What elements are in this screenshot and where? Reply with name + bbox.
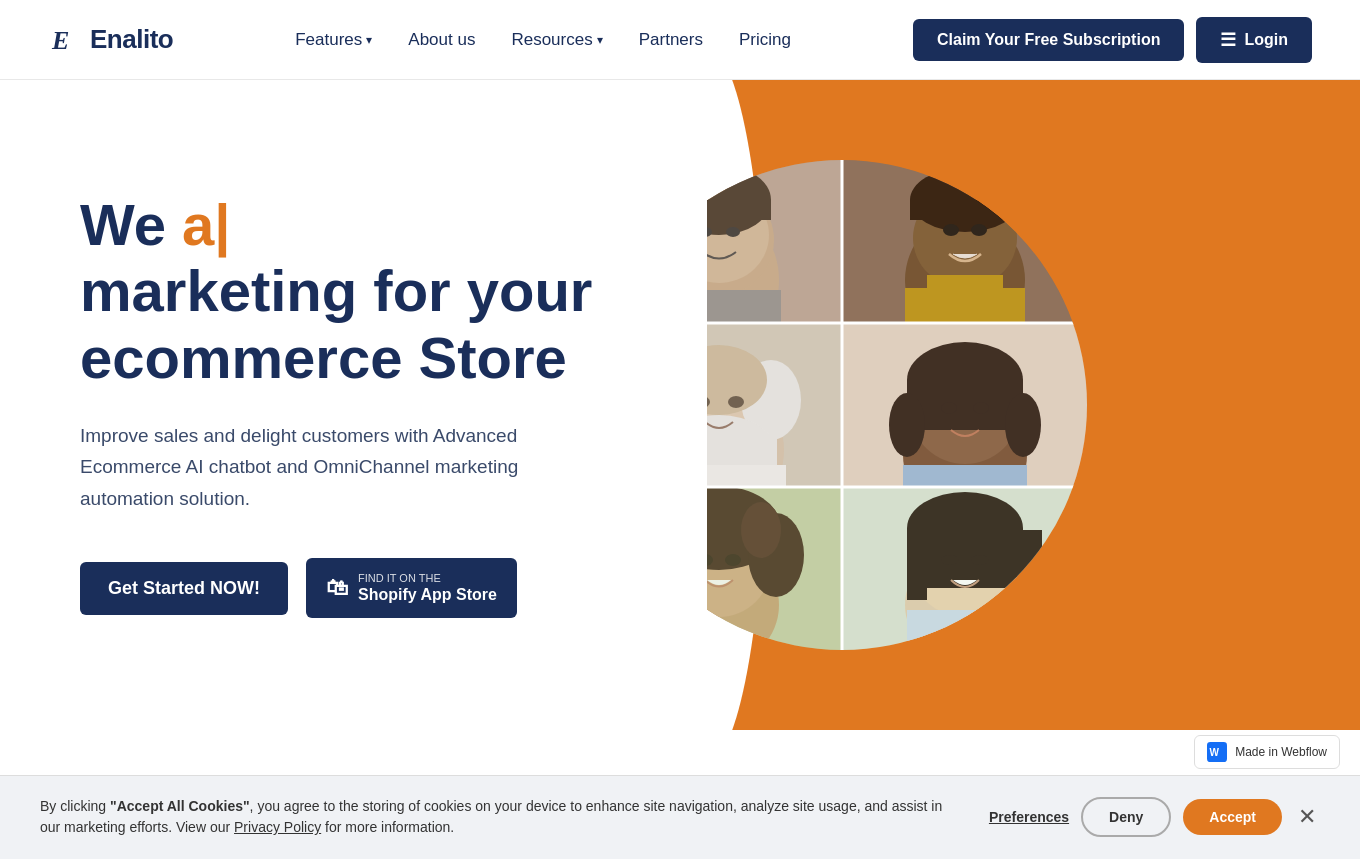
svg-rect-45 [903,465,1027,487]
login-button[interactable]: ☰ Login [1196,17,1312,63]
logo-text: Enalito [90,24,173,55]
hero-section: We a| marketing for your ecommerce Store… [0,80,1360,730]
nav-actions: Claim Your Free Subscription ☰ Login [913,17,1312,63]
cookie-actions: Preferences Deny Accept ✕ [989,797,1320,837]
svg-rect-22 [842,160,1087,323]
hero-heading: We a| marketing for your ecommerce Store [80,192,647,392]
hero-subtext: Improve sales and delight customers with… [80,420,560,514]
get-started-button[interactable]: Get Started NOW! [80,562,288,615]
logo[interactable]: E Enalito [48,22,173,58]
preferences-button[interactable]: Preferences [989,809,1069,825]
hero-buttons: Get Started NOW! 🛍 FIND IT ON THE Shopif… [80,558,647,618]
cookie-banner: By clicking "Accept All Cookies", you ag… [0,775,1360,859]
hero-highlight: a| [182,192,230,257]
chevron-down-icon: ▾ [366,33,372,47]
nav-pricing[interactable]: Pricing [739,30,791,50]
nav-links: Features ▾ About us Resources ▾ Partners… [295,30,791,50]
svg-text:E: E [51,26,69,55]
webflow-badge[interactable]: W Made in Webflow [1194,735,1340,769]
accept-button[interactable]: Accept [1183,799,1282,835]
menu-icon: ☰ [1220,29,1236,51]
nav-partners[interactable]: Partners [639,30,703,50]
svg-rect-34 [707,323,842,487]
shopify-appstore-button[interactable]: 🛍 FIND IT ON THE Shopify App Store [306,558,517,618]
webflow-label: Made in Webflow [1235,745,1327,759]
cookie-text: By clicking "Accept All Cookies", you ag… [40,796,949,839]
navbar: E Enalito Features ▾ About us Resources … [0,0,1360,80]
privacy-policy-link[interactable]: Privacy Policy [234,819,321,835]
nav-resources[interactable]: Resources ▾ [511,30,602,50]
hero-right [707,80,1360,730]
svg-text:W: W [1210,747,1220,758]
shopify-bag-icon: 🛍 [326,575,348,601]
svg-rect-44 [842,323,1087,487]
shopify-find-label: FIND IT ON THE [358,572,497,585]
claim-subscription-button[interactable]: Claim Your Free Subscription [913,19,1184,61]
hero-faces-image [707,160,1087,650]
svg-rect-67 [842,487,1087,650]
deny-button[interactable]: Deny [1081,797,1171,837]
webflow-logo-icon: W [1207,742,1227,762]
nav-about[interactable]: About us [408,30,475,50]
nav-features[interactable]: Features ▾ [295,30,372,50]
shopify-store-label: Shopify App Store [358,585,497,604]
chevron-down-icon: ▾ [597,33,603,47]
close-cookie-button[interactable]: ✕ [1294,800,1320,834]
svg-rect-12 [707,160,842,323]
svg-rect-56 [707,487,842,650]
hero-left: We a| marketing for your ecommerce Store… [0,80,707,730]
